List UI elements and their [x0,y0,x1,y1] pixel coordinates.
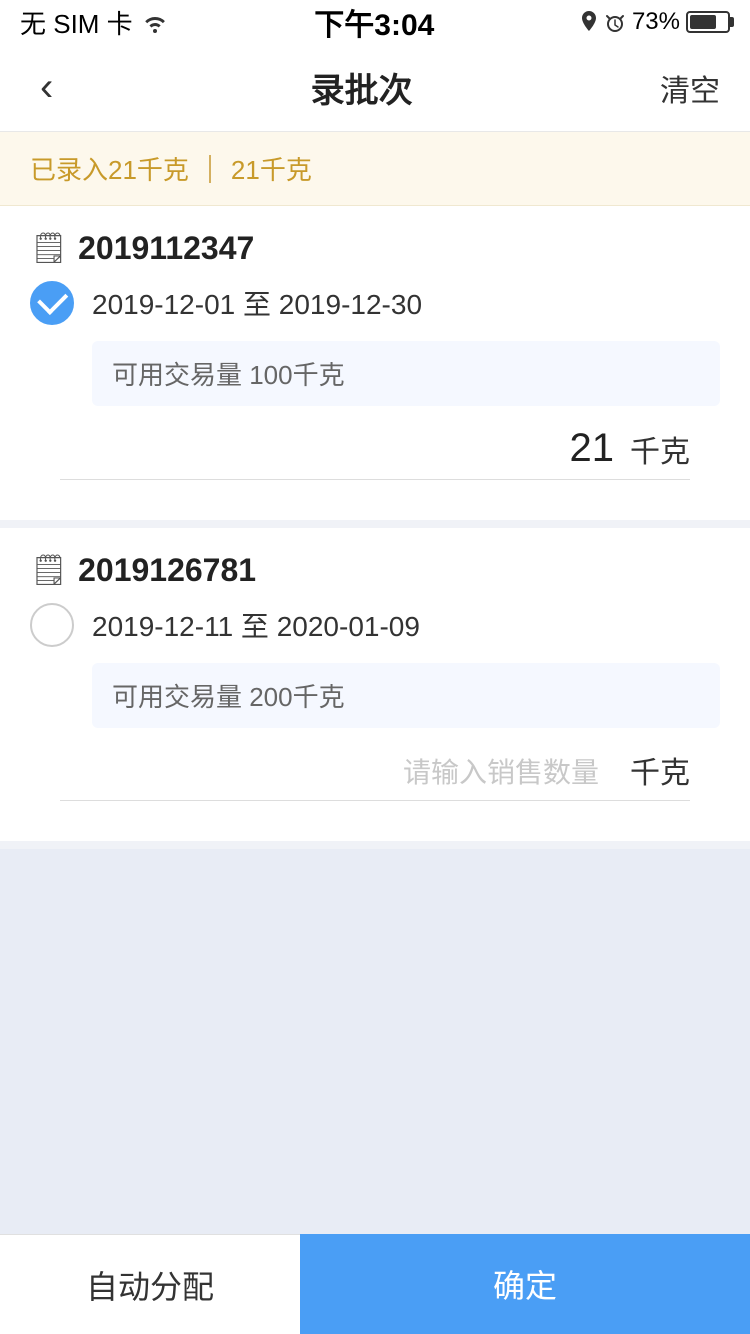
batch-id-row-2: 🗒 2019126781 [30,552,720,589]
input-row-1: 21 千克 [30,406,720,471]
batch-id-row-1: 🗒 2019112347 [30,230,720,267]
summary-divider [209,155,211,183]
page-title: 录批次 [311,63,413,112]
radio-unchecked-2[interactable] [30,603,74,647]
batch-date-1: 2019-12-01 至 2019-12-30 [92,283,422,323]
qty-unit-2: 千克 [630,748,690,792]
batch-date-row-1[interactable]: 2019-12-01 至 2019-12-30 [30,281,720,325]
battery-fill [690,15,716,29]
summary-label: 已录入21千克 [30,150,189,187]
status-bar: 无 SIM 卡 下午3:04 73% [0,0,750,44]
batch-icon-1: 🗒 [30,231,68,266]
summary-value: 21千克 [231,150,312,187]
input-underline-1 [60,479,690,480]
battery-indicator [686,11,730,33]
batch-id-2: 2019126781 [78,552,256,589]
input-row-2[interactable]: 千克 [30,728,720,792]
radio-checked-1[interactable] [30,281,74,325]
batch-date-2: 2019-12-11 至 2020-01-09 [92,605,420,645]
battery-text: 73% [632,8,680,36]
bottom-area [0,849,750,1279]
bottom-buttons: 自动分配 确定 [0,1234,750,1334]
back-button[interactable]: ‹ [30,55,63,120]
time-display: 下午3:04 [314,0,434,44]
batch-icon-2: 🗒 [30,553,68,588]
carrier-text: 无 SIM 卡 [20,4,133,41]
batch-item-2: 🗒 2019126781 2019-12-11 至 2020-01-09 可用交… [0,528,750,849]
batch-item-1: 🗒 2019112347 2019-12-01 至 2019-12-30 可用交… [0,206,750,528]
carrier-wifi: 无 SIM 卡 [20,4,169,41]
status-indicators: 73% [580,8,730,36]
confirm-button[interactable]: 确定 [300,1234,750,1334]
wifi-icon [141,11,169,33]
qty-unit-1: 千克 [630,427,690,471]
available-qty-2: 可用交易量 200千克 [92,663,720,728]
location-icon [580,11,598,33]
alarm-icon [604,11,626,33]
batch-date-row-2[interactable]: 2019-12-11 至 2020-01-09 [30,603,720,647]
auto-distribute-button[interactable]: 自动分配 [0,1234,300,1334]
batch-id-1: 2019112347 [78,230,254,267]
qty-input-2[interactable] [60,749,614,791]
qty-value-1: 21 [60,426,614,471]
available-qty-1: 可用交易量 100千克 [92,341,720,406]
nav-bar: ‹ 录批次 清空 [0,44,750,132]
input-underline-2 [60,800,690,801]
clear-button[interactable]: 清空 [660,66,720,110]
summary-banner: 已录入21千克 21千克 [0,132,750,206]
